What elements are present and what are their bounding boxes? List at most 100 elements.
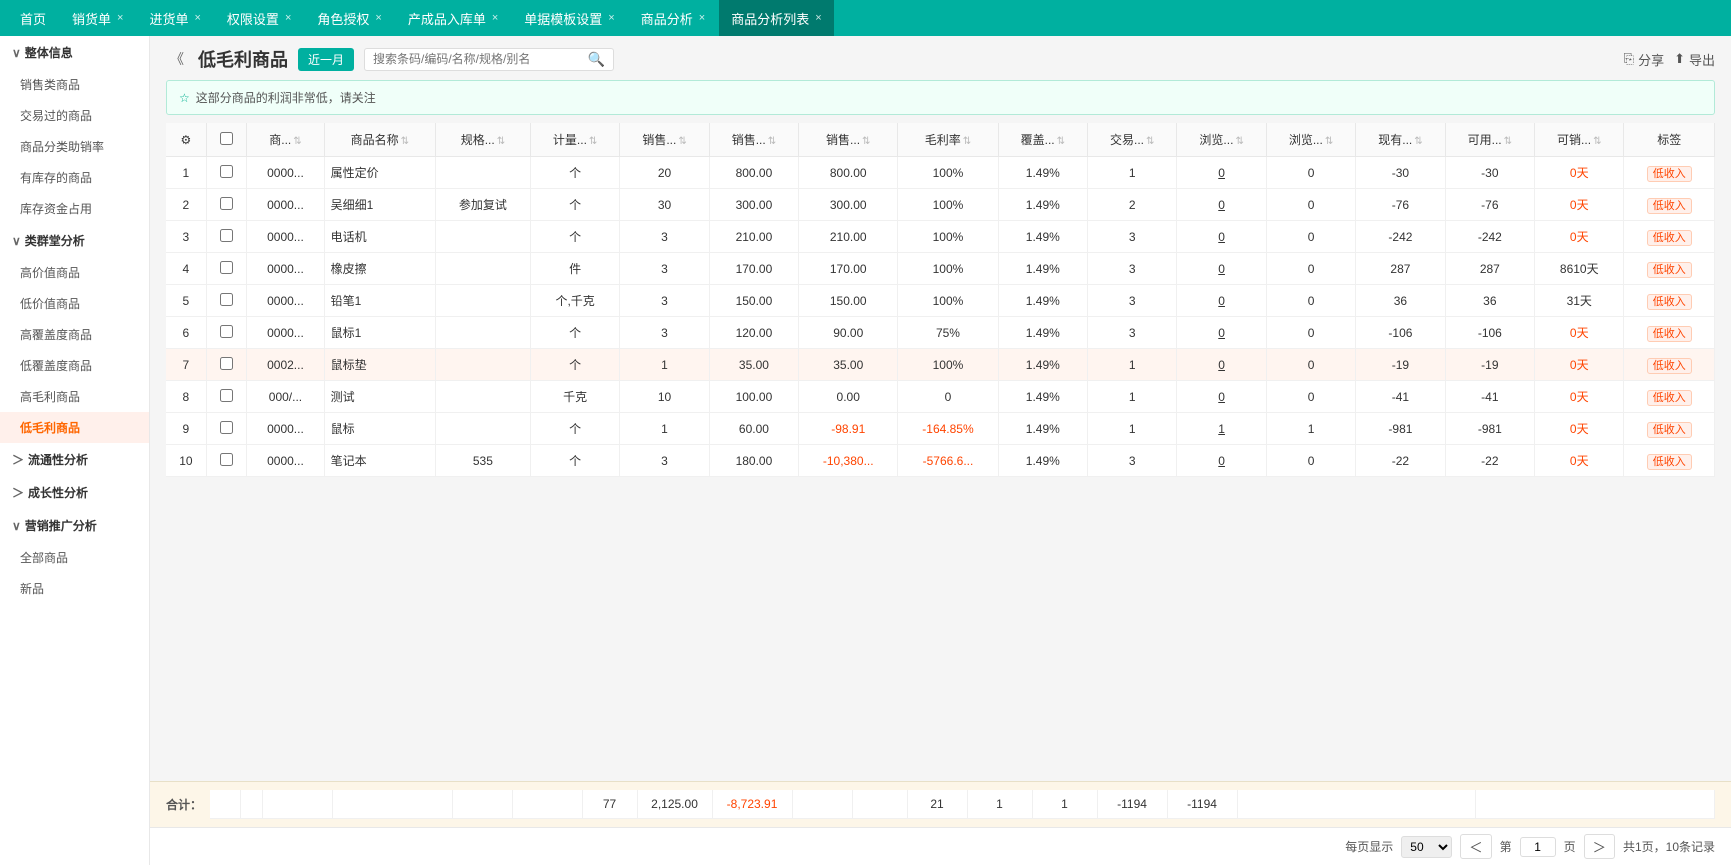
col-checkbox[interactable]: [206, 123, 246, 157]
row-checkbox[interactable]: [206, 349, 246, 381]
sidebar-item-low-margin[interactable]: 低毛利商品: [0, 412, 149, 443]
sidebar-group-cluster[interactable]: ∨ 类群堂分析: [0, 224, 149, 257]
sidebar-item-low-coverage[interactable]: 低覆盖度商品: [0, 350, 149, 381]
close-icon[interactable]: ×: [815, 12, 821, 24]
sidebar-group-growth[interactable]: ＞ 成长性分析: [0, 476, 149, 509]
sidebar-item-new-products[interactable]: 新品: [0, 573, 149, 604]
nav-product-analysis[interactable]: 商品分析 ×: [629, 0, 717, 36]
col-spec[interactable]: 规格...⇅: [435, 123, 530, 157]
col-name[interactable]: 商品名称⇅: [324, 123, 435, 157]
sidebar-item-traded-products[interactable]: 交易过的商品: [0, 100, 149, 131]
search-icon[interactable]: 🔍: [588, 51, 605, 68]
col-sales-amount[interactable]: 销售...⇅: [709, 123, 798, 157]
nav-permissions[interactable]: 权限设置 ×: [215, 0, 303, 36]
pagination-bar: 每页显示 50 100 200 ＜ 第 页 ＞ 共1页，10条记录: [150, 827, 1731, 865]
row-name[interactable]: 橡皮擦: [324, 253, 435, 285]
row-checkbox[interactable]: [206, 253, 246, 285]
nav-sales-order[interactable]: 销货单 ×: [60, 0, 135, 36]
row-name[interactable]: 电话机: [324, 221, 435, 253]
sidebar-group-circulation[interactable]: ＞ 流通性分析: [0, 443, 149, 476]
row-name[interactable]: 铅笔1: [324, 285, 435, 317]
nav-product-analysis-list[interactable]: 商品分析列表 ×: [719, 0, 833, 36]
close-icon[interactable]: ×: [194, 12, 200, 24]
sidebar-item-all-products[interactable]: 全部商品: [0, 542, 149, 573]
sidebar-item-in-stock-products[interactable]: 有库存的商品: [0, 162, 149, 193]
sidebar-group-marketing[interactable]: ∨ 营销推广分析: [0, 509, 149, 542]
col-sales-qty[interactable]: 销售...⇅: [620, 123, 709, 157]
row-views1[interactable]: 0: [1177, 189, 1266, 221]
row-name[interactable]: 鼠标垫: [324, 349, 435, 381]
nav-product-inbound[interactable]: 产成品入库单 ×: [396, 0, 510, 36]
col-available[interactable]: 可用...⇅: [1445, 123, 1534, 157]
row-name[interactable]: 鼠标1: [324, 317, 435, 349]
col-current-stock[interactable]: 现有...⇅: [1356, 123, 1445, 157]
row-spec: 参加复试: [435, 189, 530, 221]
row-views1[interactable]: 0: [1177, 285, 1266, 317]
row-checkbox[interactable]: [206, 157, 246, 189]
row-name[interactable]: 吴细细1: [324, 189, 435, 221]
col-views1[interactable]: 浏览...⇅: [1177, 123, 1266, 157]
sidebar-item-high-coverage[interactable]: 高覆盖度商品: [0, 319, 149, 350]
row-current-stock: 287: [1356, 253, 1445, 285]
row-views1[interactable]: 0: [1177, 157, 1266, 189]
col-sellable[interactable]: 可销...⇅: [1535, 123, 1624, 157]
page-size-select[interactable]: 50 100 200: [1401, 836, 1452, 858]
sidebar-item-low-value[interactable]: 低价值商品: [0, 288, 149, 319]
row-checkbox[interactable]: [206, 445, 246, 477]
sidebar-group-overall[interactable]: ∨ 整体信息: [0, 36, 149, 69]
row-views1[interactable]: 0: [1177, 253, 1266, 285]
row-checkbox[interactable]: [206, 221, 246, 253]
nav-home[interactable]: 首页: [8, 0, 58, 36]
col-tag[interactable]: 标签: [1624, 123, 1715, 157]
select-all-checkbox[interactable]: [220, 132, 233, 145]
row-views1[interactable]: 1: [1177, 413, 1266, 445]
row-name[interactable]: 笔记本: [324, 445, 435, 477]
col-gross-margin[interactable]: 毛利率⇅: [898, 123, 998, 157]
row-checkbox[interactable]: [206, 413, 246, 445]
sidebar-item-category-sales-rate[interactable]: 商品分类助销率: [0, 131, 149, 162]
col-code[interactable]: 商...⇅: [247, 123, 324, 157]
col-views2[interactable]: 浏览...⇅: [1266, 123, 1355, 157]
row-checkbox[interactable]: [206, 317, 246, 349]
row-name[interactable]: 属性定价: [324, 157, 435, 189]
row-views1[interactable]: 0: [1177, 381, 1266, 413]
page-number-input[interactable]: [1520, 837, 1556, 857]
row-name[interactable]: 鼠标: [324, 413, 435, 445]
row-views1[interactable]: 0: [1177, 445, 1266, 477]
export-button[interactable]: ⬆ 导出: [1674, 50, 1715, 69]
close-icon[interactable]: ×: [699, 12, 705, 24]
prev-page-button[interactable]: ＜: [1460, 834, 1491, 859]
sidebar-item-high-value[interactable]: 高价值商品: [0, 257, 149, 288]
col-unit[interactable]: 计量...⇅: [530, 123, 619, 157]
col-settings[interactable]: ⚙: [166, 123, 206, 157]
close-icon[interactable]: ×: [375, 12, 381, 24]
table-container[interactable]: ⚙ 商...⇅ 商品名称⇅ 规格...⇅ 计量...⇅ 销售...⇅ 销售...…: [150, 123, 1731, 781]
close-icon[interactable]: ×: [492, 12, 498, 24]
sidebar-item-sales-products[interactable]: 销售类商品: [0, 69, 149, 100]
row-views1[interactable]: 0: [1177, 317, 1266, 349]
row-tag: 低收入: [1624, 381, 1715, 413]
nav-template-settings[interactable]: 单据模板设置 ×: [512, 0, 626, 36]
row-checkbox[interactable]: [206, 189, 246, 221]
nav-purchase-order[interactable]: 进货单 ×: [137, 0, 212, 36]
sidebar-collapse-button[interactable]: 《: [166, 49, 188, 69]
row-checkbox[interactable]: [206, 285, 246, 317]
col-transactions[interactable]: 交易...⇅: [1088, 123, 1177, 157]
row-views1[interactable]: 0: [1177, 221, 1266, 253]
row-views1[interactable]: 0: [1177, 349, 1266, 381]
nav-roles[interactable]: 角色授权 ×: [305, 0, 393, 36]
close-icon[interactable]: ×: [117, 12, 123, 24]
search-input[interactable]: [373, 52, 588, 66]
row-name[interactable]: 测试: [324, 381, 435, 413]
sidebar-item-inventory-capital[interactable]: 库存资金占用: [0, 193, 149, 224]
share-button[interactable]: ⎘ 分享: [1624, 50, 1664, 69]
col-sales-profit[interactable]: 销售...⇅: [799, 123, 898, 157]
row-checkbox[interactable]: [206, 381, 246, 413]
row-code: 0002...: [247, 349, 324, 381]
col-coverage[interactable]: 覆盖...⇅: [998, 123, 1087, 157]
filter-period-button[interactable]: 近一月: [298, 48, 354, 71]
close-icon[interactable]: ×: [608, 12, 614, 24]
next-page-button[interactable]: ＞: [1584, 834, 1615, 859]
close-icon[interactable]: ×: [285, 12, 291, 24]
sidebar-item-high-margin[interactable]: 高毛利商品: [0, 381, 149, 412]
